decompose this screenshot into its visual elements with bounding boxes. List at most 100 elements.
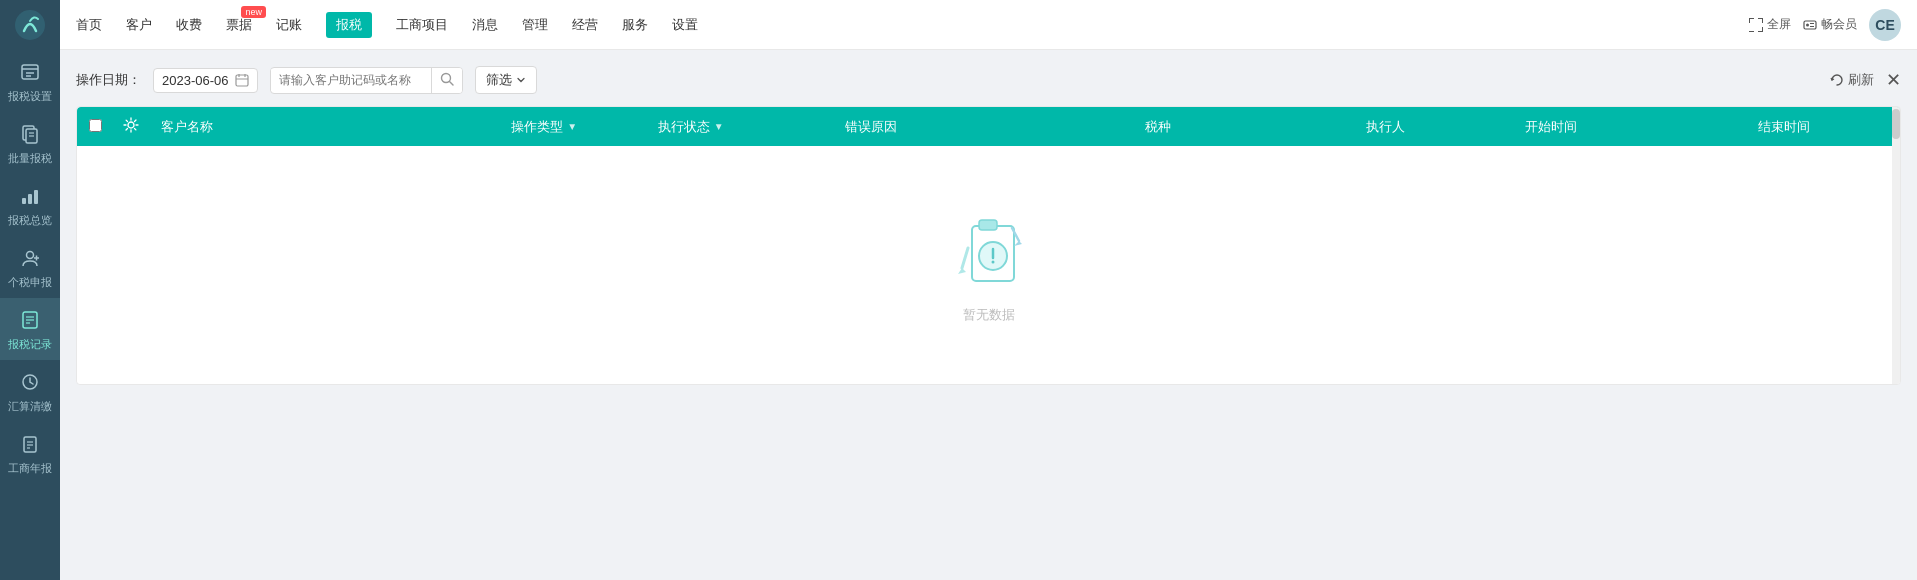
th-checkbox: [77, 107, 113, 146]
empty-state: 暂无数据: [77, 146, 1900, 384]
th-executor: 执行人: [1336, 107, 1434, 146]
nav-right: 全屏 畅会员 CE: [1749, 9, 1901, 41]
close-button[interactable]: ✕: [1886, 71, 1901, 89]
svg-point-41: [991, 261, 994, 264]
th-operation-type: 操作类型 ▼: [471, 107, 618, 146]
empty-icon: [944, 206, 1034, 306]
th-exec-status: 执行状态 ▼: [618, 107, 765, 146]
svg-rect-11: [34, 190, 38, 204]
empty-text: 暂无数据: [963, 306, 1015, 324]
th-tax-type: 税种: [979, 107, 1337, 146]
nav-item-accounting[interactable]: 记账: [276, 12, 302, 38]
sidebar-item-tax-settings[interactable]: 报税设置: [0, 50, 60, 112]
sidebar-item-tax-summary[interactable]: 报税总览: [0, 174, 60, 236]
svg-point-25: [1806, 23, 1809, 26]
filter-button[interactable]: 筛选: [475, 66, 537, 94]
refresh-label: 刷新: [1848, 71, 1874, 89]
search-icon: [440, 72, 454, 86]
filter-arrow-status[interactable]: ▼: [714, 121, 724, 132]
nav-item-messages[interactable]: 消息: [472, 12, 498, 38]
sidebar-item-label: 报税设置: [8, 89, 52, 104]
nav-item-invoice[interactable]: 票据 new: [226, 12, 252, 38]
batch-tax-icon: [16, 120, 44, 148]
th-start-time: 开始时间: [1435, 107, 1668, 146]
main-container: 首页 客户 收费 票据 new 记账 报税 工商项目 消息 管理 经营 服务 设…: [60, 0, 1917, 580]
svg-point-34: [128, 122, 134, 128]
th-gear: [113, 107, 149, 146]
toolbar: 操作日期： 2023-06-06: [76, 66, 1901, 94]
nav-item-settings[interactable]: 设置: [672, 12, 698, 38]
filter-arrow-operation[interactable]: ▼: [567, 121, 577, 132]
data-table: 客户名称 操作类型 ▼ 执行状态: [77, 107, 1900, 384]
new-badge: new: [241, 6, 266, 18]
sidebar-item-label: 汇算清缴: [8, 399, 52, 414]
svg-line-35: [962, 248, 968, 268]
personal-tax-icon: [16, 244, 44, 272]
svg-rect-1: [22, 65, 38, 79]
sidebar-item-batch-tax[interactable]: 批量报税: [0, 112, 60, 174]
svg-rect-9: [22, 198, 26, 204]
sidebar-item-label: 个税申报: [8, 275, 52, 290]
date-label: 操作日期：: [76, 71, 141, 89]
nav-item-management[interactable]: 管理: [522, 12, 548, 38]
fullscreen-icon: [1749, 18, 1763, 32]
nav-item-client[interactable]: 客户: [126, 12, 152, 38]
svg-rect-10: [28, 194, 32, 204]
table-body: 暂无数据: [77, 146, 1900, 384]
sidebar-item-tax-records[interactable]: 报税记录: [0, 298, 60, 360]
tax-settings-icon: [16, 58, 44, 86]
svg-rect-24: [1804, 21, 1816, 29]
fullscreen-button[interactable]: 全屏: [1749, 16, 1791, 33]
table-container: 客户名称 操作类型 ▼ 执行状态: [76, 106, 1901, 385]
empty-row: 暂无数据: [77, 146, 1900, 384]
gear-icon[interactable]: [123, 117, 139, 133]
member-button[interactable]: 畅会员: [1803, 16, 1857, 33]
annual-report-icon: [16, 430, 44, 458]
table-header: 客户名称 操作类型 ▼ 执行状态: [77, 107, 1900, 146]
top-nav: 首页 客户 收费 票据 new 记账 报税 工商项目 消息 管理 经营 服务 设…: [60, 0, 1917, 50]
settlement-icon: [16, 368, 44, 396]
select-all-checkbox[interactable]: [89, 119, 102, 132]
sidebar-item-label: 报税记录: [8, 337, 52, 352]
sidebar-item-personal-tax[interactable]: 个税申报: [0, 236, 60, 298]
th-end-time: 结束时间: [1667, 107, 1900, 146]
th-client-name: 客户名称: [149, 107, 471, 146]
sidebar-logo: [0, 0, 60, 50]
search-box: [270, 67, 463, 94]
th-error-reason: 错误原因: [764, 107, 979, 146]
svg-rect-38: [979, 220, 997, 230]
table-scrollbar[interactable]: [1892, 107, 1900, 384]
date-value: 2023-06-06: [162, 73, 229, 88]
chevron-down-icon: [516, 75, 526, 85]
avatar[interactable]: CE: [1869, 9, 1901, 41]
sidebar-item-annual-report[interactable]: 工商年报: [0, 422, 60, 484]
table-scrollbar-thumb: [1892, 109, 1900, 139]
tax-summary-icon: [16, 182, 44, 210]
member-icon: [1803, 18, 1817, 32]
nav-item-billing[interactable]: 收费: [176, 12, 202, 38]
search-button[interactable]: [431, 68, 462, 93]
nav-item-services[interactable]: 服务: [622, 12, 648, 38]
nav-item-industrial[interactable]: 工商项目: [396, 12, 448, 38]
sidebar-item-settlement[interactable]: 汇算清缴: [0, 360, 60, 422]
search-input[interactable]: [271, 69, 431, 91]
toolbar-right: 刷新 ✕: [1830, 71, 1901, 89]
nav-items: 首页 客户 收费 票据 new 记账 报税 工商项目 消息 管理 经营 服务 设…: [76, 12, 1749, 38]
svg-point-12: [27, 252, 34, 259]
svg-line-33: [449, 81, 453, 85]
page-content: 操作日期： 2023-06-06: [60, 50, 1917, 580]
nav-item-home[interactable]: 首页: [76, 12, 102, 38]
nav-item-tax[interactable]: 报税: [326, 12, 372, 38]
date-picker[interactable]: 2023-06-06: [153, 68, 258, 93]
table-scroll: 客户名称 操作类型 ▼ 执行状态: [77, 107, 1900, 384]
filter-label: 筛选: [486, 71, 512, 89]
refresh-button[interactable]: 刷新: [1830, 71, 1874, 89]
tax-records-icon: [16, 306, 44, 334]
sidebar: 报税设置 批量报税 报税总览: [0, 0, 60, 580]
refresh-icon: [1830, 73, 1844, 87]
sidebar-item-label: 工商年报: [8, 461, 52, 476]
svg-marker-36: [958, 268, 966, 274]
svg-rect-28: [236, 75, 248, 86]
sidebar-item-label: 报税总览: [8, 213, 52, 228]
nav-item-operations[interactable]: 经营: [572, 12, 598, 38]
